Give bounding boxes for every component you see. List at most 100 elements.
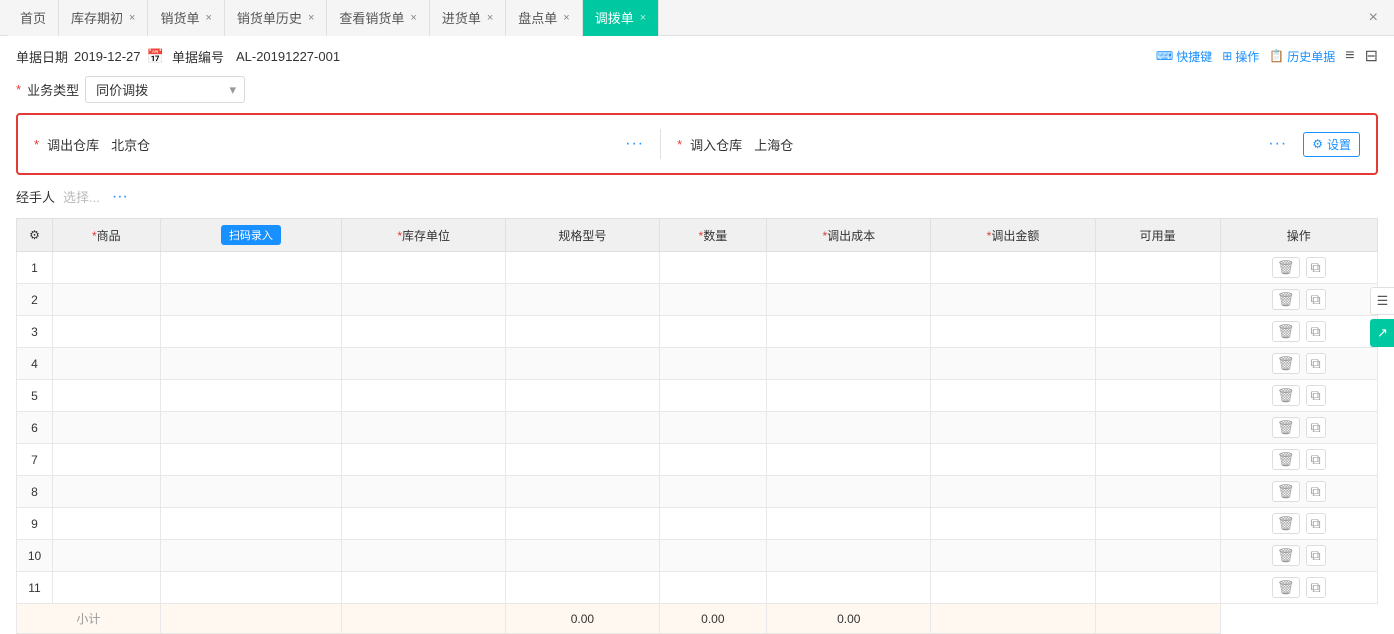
date-picker-icon[interactable]: 📅	[147, 48, 164, 65]
tab-home[interactable]: 首页	[8, 0, 59, 36]
close-tab-sales-history[interactable]: ×	[308, 12, 314, 24]
row-8-cost[interactable]	[767, 476, 931, 508]
row-10-unit[interactable]	[342, 540, 506, 572]
copy-row-6[interactable]: ⧉	[1306, 417, 1326, 438]
row-4-available[interactable]	[1095, 348, 1220, 380]
row-8-product[interactable]	[53, 476, 161, 508]
row-4-product[interactable]	[53, 348, 161, 380]
row-5-product[interactable]	[53, 380, 161, 412]
row-3-available[interactable]	[1095, 316, 1220, 348]
row-3-cost[interactable]	[767, 316, 931, 348]
in-warehouse-dots[interactable]: ···	[1268, 135, 1287, 153]
row-5-amount[interactable]	[931, 380, 1095, 412]
close-tab-view-sales[interactable]: ×	[410, 12, 416, 24]
shortcut-button[interactable]: ⌨ 快捷键	[1156, 48, 1212, 65]
delete-row-2[interactable]: 🗑	[1272, 289, 1300, 310]
delete-row-3[interactable]: 🗑	[1272, 321, 1300, 342]
copy-row-5[interactable]: ⧉	[1306, 385, 1326, 406]
row-2-unit[interactable]	[342, 284, 506, 316]
row-1-unit[interactable]	[342, 252, 506, 284]
row-3-product[interactable]	[53, 316, 161, 348]
row-1-spec[interactable]	[506, 252, 659, 284]
history-button[interactable]: 📋 历史单据	[1269, 48, 1335, 65]
row-9-spec[interactable]	[506, 508, 659, 540]
row-9-available[interactable]	[1095, 508, 1220, 540]
row-6-qty[interactable]	[659, 412, 767, 444]
row-2-product[interactable]	[53, 284, 161, 316]
row-6-product[interactable]	[53, 412, 161, 444]
row-5-available[interactable]	[1095, 380, 1220, 412]
row-4-unit[interactable]	[342, 348, 506, 380]
row-8-unit[interactable]	[342, 476, 506, 508]
delete-row-1[interactable]: 🗑	[1272, 257, 1300, 278]
close-tab-stocktake[interactable]: ×	[563, 12, 569, 24]
row-2-cost[interactable]	[767, 284, 931, 316]
row-9-cost[interactable]	[767, 508, 931, 540]
row-2-spec[interactable]	[506, 284, 659, 316]
row-6-unit[interactable]	[342, 412, 506, 444]
row-4-spec[interactable]	[506, 348, 659, 380]
row-7-cost[interactable]	[767, 444, 931, 476]
delete-row-4[interactable]: 🗑	[1272, 353, 1300, 374]
in-warehouse-value[interactable]: 上海仓	[754, 135, 793, 154]
copy-row-7[interactable]: ⧉	[1306, 449, 1326, 470]
row-3-amount[interactable]	[931, 316, 1095, 348]
row-9-unit[interactable]	[342, 508, 506, 540]
row-11-qty[interactable]	[659, 572, 767, 604]
row-2-amount[interactable]	[931, 284, 1095, 316]
row-9-product[interactable]	[53, 508, 161, 540]
window-close-button[interactable]: ×	[1361, 9, 1386, 27]
row-7-unit[interactable]	[342, 444, 506, 476]
delete-row-5[interactable]: 🗑	[1272, 385, 1300, 406]
tab-inventory-init[interactable]: 库存期初 ×	[59, 0, 148, 36]
float-list-icon[interactable]: ☰	[1370, 287, 1394, 315]
row-7-spec[interactable]	[506, 444, 659, 476]
copy-row-8[interactable]: ⧉	[1306, 481, 1326, 502]
table-header-gear[interactable]: ⚙	[17, 219, 53, 252]
row-11-spec[interactable]	[506, 572, 659, 604]
close-tab-inventory-init[interactable]: ×	[129, 12, 135, 24]
tab-purchase-order[interactable]: 进货单 ×	[430, 0, 506, 36]
row-7-product[interactable]	[53, 444, 161, 476]
row-10-qty[interactable]	[659, 540, 767, 572]
row-6-cost[interactable]	[767, 412, 931, 444]
tab-transfer[interactable]: 调拨单 ×	[583, 0, 659, 36]
row-11-amount[interactable]	[931, 572, 1095, 604]
copy-row-11[interactable]: ⧉	[1306, 577, 1326, 598]
row-10-spec[interactable]	[506, 540, 659, 572]
row-10-amount[interactable]	[931, 540, 1095, 572]
person-dots[interactable]: ···	[112, 188, 128, 206]
row-8-available[interactable]	[1095, 476, 1220, 508]
row-8-spec[interactable]	[506, 476, 659, 508]
row-2-qty[interactable]	[659, 284, 767, 316]
out-warehouse-value[interactable]: 北京仓	[111, 135, 150, 154]
row-5-spec[interactable]	[506, 380, 659, 412]
row-4-qty[interactable]	[659, 348, 767, 380]
delete-row-7[interactable]: 🗑	[1272, 449, 1300, 470]
tab-sales-history[interactable]: 销货单历史 ×	[225, 0, 327, 36]
close-tab-purchase-order[interactable]: ×	[487, 12, 493, 24]
out-warehouse-dots[interactable]: ···	[625, 135, 644, 153]
operate-button[interactable]: ⊞ 操作	[1222, 48, 1259, 65]
row-1-cost[interactable]	[767, 252, 931, 284]
delete-row-11[interactable]: 🗑	[1272, 577, 1300, 598]
row-3-qty[interactable]	[659, 316, 767, 348]
row-11-available[interactable]	[1095, 572, 1220, 604]
copy-row-2[interactable]: ⧉	[1306, 289, 1326, 310]
row-7-qty[interactable]	[659, 444, 767, 476]
row-8-amount[interactable]	[931, 476, 1095, 508]
row-1-product[interactable]	[53, 252, 161, 284]
row-9-qty[interactable]	[659, 508, 767, 540]
row-1-available[interactable]	[1095, 252, 1220, 284]
copy-row-9[interactable]: ⧉	[1306, 513, 1326, 534]
row-8-qty[interactable]	[659, 476, 767, 508]
row-10-cost[interactable]	[767, 540, 931, 572]
row-6-amount[interactable]	[931, 412, 1095, 444]
close-tab-sales-order[interactable]: ×	[205, 12, 211, 24]
row-1-amount[interactable]	[931, 252, 1095, 284]
row-5-cost[interactable]	[767, 380, 931, 412]
row-7-available[interactable]	[1095, 444, 1220, 476]
person-input[interactable]: 选择...	[63, 187, 100, 206]
copy-row-3[interactable]: ⧉	[1306, 321, 1326, 342]
tab-sales-order[interactable]: 销货单 ×	[148, 0, 224, 36]
